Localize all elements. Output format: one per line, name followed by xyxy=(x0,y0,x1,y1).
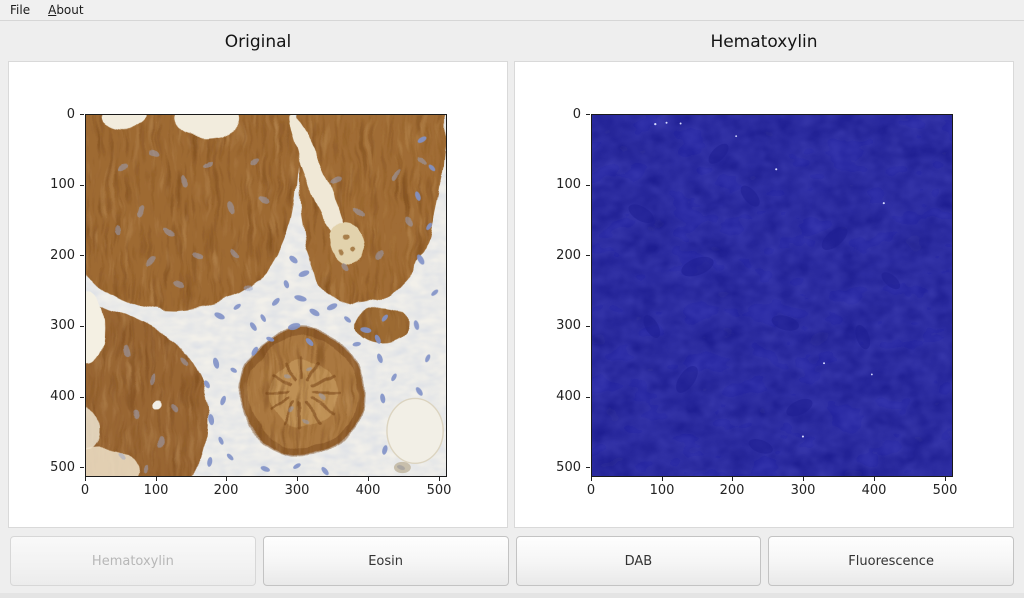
menu-item-about[interactable]: About xyxy=(48,3,84,17)
axis-tick xyxy=(586,185,590,186)
menu-item-file[interactable]: File xyxy=(10,3,30,17)
button-eosin[interactable]: Eosin xyxy=(262,536,509,586)
original-histology-image xyxy=(86,115,446,476)
axis-tick xyxy=(591,477,592,481)
axis-tick xyxy=(586,467,590,468)
y-tick-label: 300 xyxy=(50,318,75,333)
button-dab[interactable]: DAB xyxy=(515,536,762,586)
axis-tick xyxy=(874,477,875,481)
hematoxylin-plot-canvas xyxy=(591,114,953,477)
panel-title-original: Original xyxy=(224,32,292,52)
axis-tick xyxy=(368,477,369,481)
x-tick-label: 100 xyxy=(143,483,169,498)
y-tick-label: 0 xyxy=(66,107,75,122)
x-tick-label: 400 xyxy=(355,483,381,498)
hematoxylin-channel-image xyxy=(592,115,952,476)
axis-tick xyxy=(945,477,946,481)
panel-title-hematoxylin: Hematoxylin xyxy=(710,32,818,52)
axis-tick xyxy=(226,477,227,481)
x-tick-label: 500 xyxy=(426,483,452,498)
axis-tick xyxy=(80,114,84,115)
x-tick-label: 300 xyxy=(790,483,816,498)
axis-tick xyxy=(439,477,440,481)
x-tick-label: 100 xyxy=(649,483,675,498)
y-tick-label: 0 xyxy=(572,107,581,122)
axis-tick xyxy=(80,467,84,468)
axis-tick xyxy=(85,477,86,481)
y-tick-label: 100 xyxy=(556,177,581,192)
x-tick-label: 0 xyxy=(80,483,90,498)
original-plot-canvas xyxy=(85,114,447,477)
axis-tick xyxy=(586,114,590,115)
figure-panel-hematoxylin: 0 100 200 300 400 500 0 100 200 300 400 … xyxy=(514,61,1014,528)
x-tick-label: 200 xyxy=(719,483,745,498)
menu-about-rest: bout xyxy=(56,3,84,17)
y-tick-label: 300 xyxy=(556,318,581,333)
y-tick-label: 400 xyxy=(50,389,75,404)
axis-tick xyxy=(80,397,84,398)
axis-tick xyxy=(586,326,590,327)
axis-tick xyxy=(732,477,733,481)
axis-tick xyxy=(80,326,84,327)
x-tick-label: 200 xyxy=(213,483,239,498)
menu-bar: File About xyxy=(0,0,1024,21)
button-hematoxylin[interactable]: Hematoxylin xyxy=(10,536,256,586)
x-tick-label: 400 xyxy=(861,483,887,498)
window-bottom-edge xyxy=(0,593,1024,598)
x-tick-label: 0 xyxy=(586,483,596,498)
axis-tick xyxy=(80,255,84,256)
y-tick-label: 200 xyxy=(556,248,581,263)
x-tick-label: 300 xyxy=(284,483,310,498)
x-tick-label: 500 xyxy=(932,483,958,498)
y-tick-label: 100 xyxy=(50,177,75,192)
stain-button-row: Hematoxylin Eosin DAB Fluorescence xyxy=(10,536,1014,586)
axis-tick xyxy=(662,477,663,481)
axis-tick xyxy=(297,477,298,481)
axis-tick xyxy=(586,255,590,256)
axis-tick xyxy=(156,477,157,481)
y-tick-label: 500 xyxy=(50,460,75,475)
app-window: { "menu": { "items": [ { "label": "File"… xyxy=(0,0,1024,598)
figure-panel-original: 0 100 200 300 400 500 0 100 200 300 400 … xyxy=(8,61,508,528)
y-tick-label: 500 xyxy=(556,460,581,475)
axis-tick xyxy=(586,397,590,398)
y-tick-label: 200 xyxy=(50,248,75,263)
axis-tick xyxy=(803,477,804,481)
y-tick-label: 400 xyxy=(556,389,581,404)
button-fluorescence[interactable]: Fluorescence xyxy=(768,536,1014,586)
axis-tick xyxy=(80,185,84,186)
